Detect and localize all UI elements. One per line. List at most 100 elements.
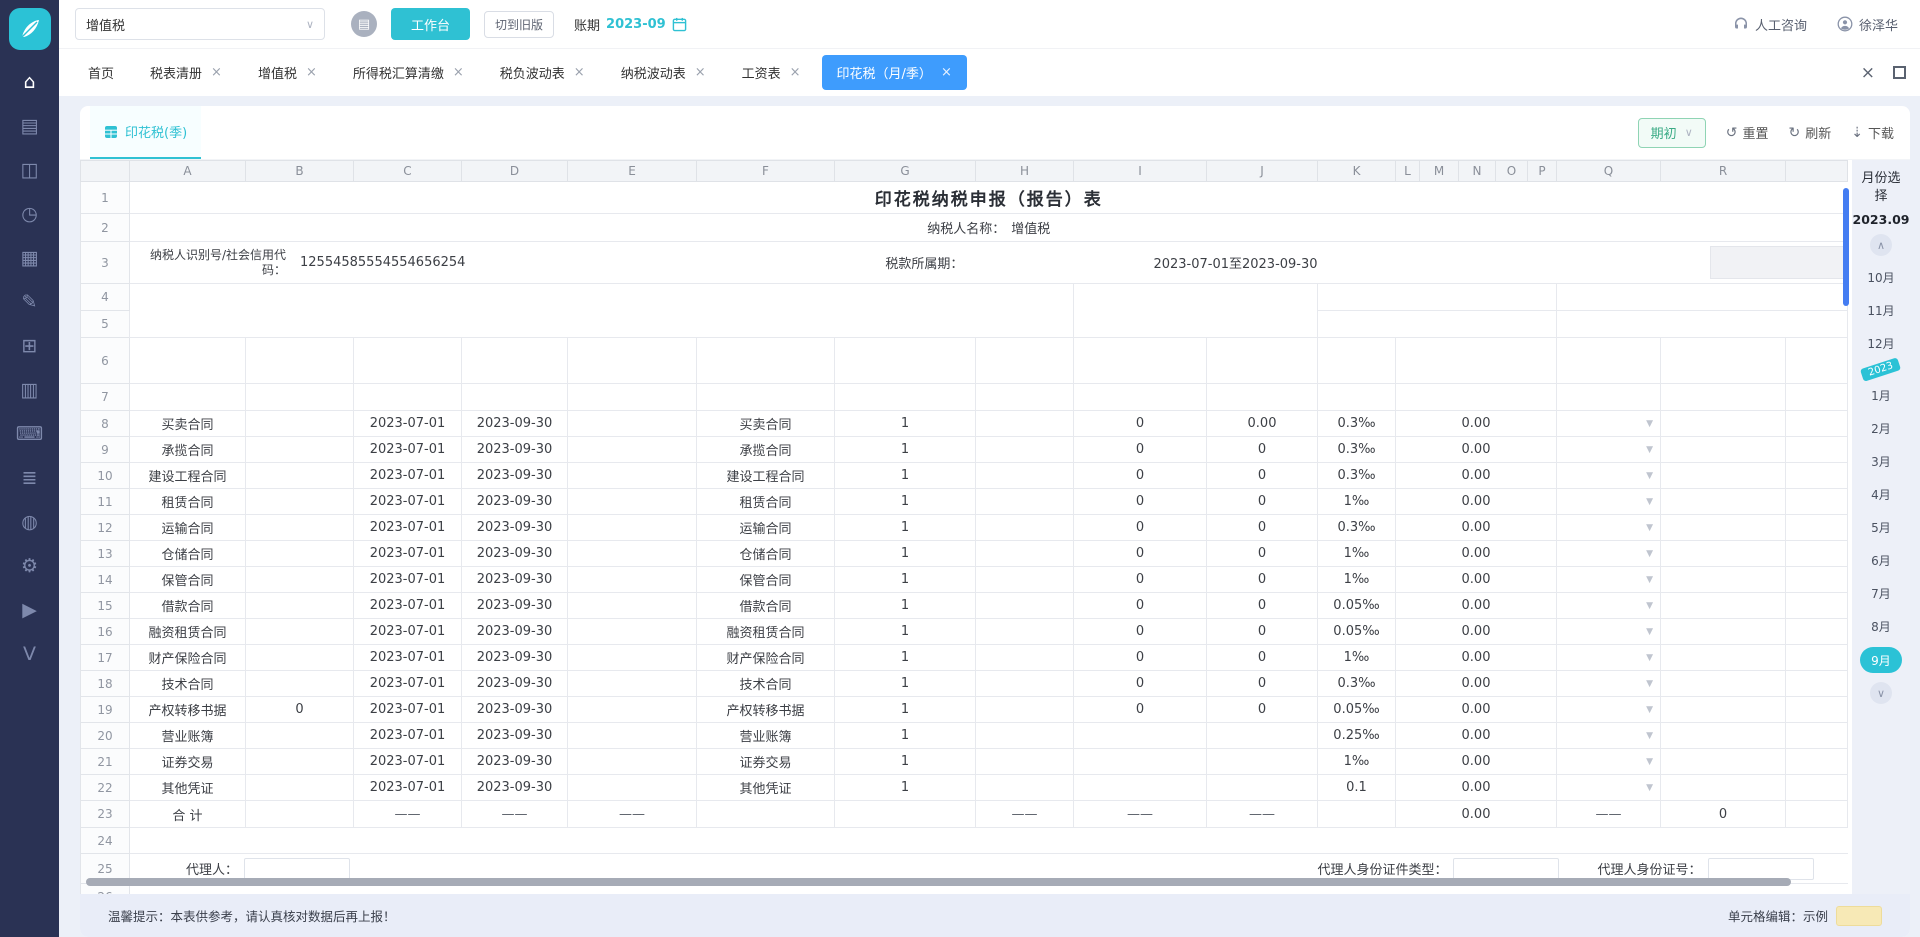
cell-relief-amount[interactable]: [1660, 748, 1786, 775]
cell-cert-no[interactable]: [567, 436, 697, 463]
period-close-icon[interactable]: ◷: [0, 192, 59, 236]
vertical-scrollbar[interactable]: [1843, 188, 1849, 306]
cell-ratio[interactable]: 0: [1206, 618, 1318, 645]
close-tab-icon[interactable]: ×: [453, 65, 464, 80]
cell-tax-base[interactable]: 0: [1073, 514, 1207, 541]
period-value[interactable]: 2023-09: [606, 17, 666, 32]
cell-sub-item[interactable]: [245, 462, 354, 489]
column-letter[interactable]: E: [567, 160, 697, 182]
cell-tax-item[interactable]: 技术合同: [129, 670, 246, 697]
cell-relief-ratio[interactable]: [1785, 722, 1848, 749]
column-letter[interactable]: P: [1527, 160, 1557, 182]
consult-link[interactable]: 人工咨询: [1733, 15, 1807, 34]
cell-relief-ratio[interactable]: [1785, 774, 1848, 801]
cell-rate[interactable]: 0.3‰: [1317, 670, 1396, 697]
close-tab-icon[interactable]: ×: [211, 65, 222, 80]
cell-relief-amount[interactable]: [1660, 696, 1786, 723]
cell-period-end[interactable]: 2023-09-30: [461, 566, 568, 593]
cell-rate[interactable]: 1‰: [1317, 488, 1396, 515]
close-all-tabs-icon[interactable]: ×: [1861, 63, 1875, 83]
relief-code-select[interactable]: ▼: [1556, 670, 1661, 697]
cell-relief-ratio[interactable]: [1785, 748, 1848, 775]
cell-relief-ratio[interactable]: [1785, 540, 1848, 567]
relief-code-select[interactable]: ▼: [1556, 592, 1661, 619]
month-item[interactable]: 10月: [1867, 261, 1894, 294]
cell-cert-date[interactable]: [975, 410, 1074, 437]
close-tab-icon[interactable]: ×: [574, 65, 585, 80]
tab-item[interactable]: 纳税波动表 ×: [606, 55, 721, 90]
cell-tax-item[interactable]: 证券交易: [129, 748, 246, 775]
month-item[interactable]: 1月: [1871, 379, 1891, 412]
cell-relief-amount[interactable]: [1660, 618, 1786, 645]
cell-period-start[interactable]: 2023-07-01: [353, 410, 462, 437]
relief-code-select[interactable]: ▼: [1556, 748, 1661, 775]
ledger-icon[interactable]: ▤: [0, 104, 59, 148]
cell-tax-item[interactable]: 买卖合同: [129, 410, 246, 437]
cell-cert-name[interactable]: 其他凭证: [696, 774, 835, 801]
voucher-icon[interactable]: ▤: [351, 11, 377, 37]
cell-tax-amount[interactable]: 0.00: [1395, 722, 1557, 749]
cell-tax-base[interactable]: 0: [1073, 488, 1207, 515]
cell-cert-date[interactable]: [975, 462, 1074, 489]
app-logo[interactable]: [8, 8, 51, 50]
cell-period-end[interactable]: 2023-09-30: [461, 670, 568, 697]
cell-rate[interactable]: 0.1: [1317, 774, 1396, 801]
cell-sub-item[interactable]: [245, 722, 354, 749]
cell-period-end[interactable]: 2023-09-30: [461, 436, 568, 463]
cell-cert-qty[interactable]: 1: [834, 514, 976, 541]
cell-ratio[interactable]: 0: [1206, 670, 1318, 697]
cell-cert-name[interactable]: 营业账簿: [696, 722, 835, 749]
row-number[interactable]: 3: [80, 241, 130, 284]
cell-tax-amount[interactable]: 0.00: [1395, 592, 1557, 619]
cell-relief-amount[interactable]: [1660, 670, 1786, 697]
month-item[interactable]: 5月: [1871, 511, 1891, 544]
cell-tax-item[interactable]: 产权转移书据: [129, 696, 246, 723]
cell-relief-ratio[interactable]: [1785, 410, 1848, 437]
cell-ratio[interactable]: 0: [1206, 592, 1318, 619]
row-number[interactable]: 5: [80, 310, 130, 338]
cell-period-start[interactable]: 2023-07-01: [353, 748, 462, 775]
cell-rate[interactable]: 0.3‰: [1317, 462, 1396, 489]
cell-cert-date[interactable]: [975, 488, 1074, 515]
cell-cert-no[interactable]: [567, 540, 697, 567]
row-number[interactable]: 11: [80, 488, 130, 515]
cell-cert-name[interactable]: 保管合同: [696, 566, 835, 593]
column-letter[interactable]: C: [353, 160, 462, 182]
cell-period-end[interactable]: 2023-09-30: [461, 748, 568, 775]
cell-ratio[interactable]: 0: [1206, 696, 1318, 723]
row-number[interactable]: 19: [80, 696, 130, 723]
row-number[interactable]: 16: [80, 618, 130, 645]
column-letter[interactable]: A: [129, 160, 246, 182]
cell-cert-date[interactable]: [975, 566, 1074, 593]
cell-relief-ratio[interactable]: [1785, 436, 1848, 463]
cell-relief-ratio[interactable]: [1785, 514, 1848, 541]
month-item[interactable]: 3月: [1871, 445, 1891, 478]
service-icon[interactable]: ◍: [0, 500, 59, 544]
cell-cert-qty[interactable]: 1: [834, 722, 976, 749]
row-number[interactable]: 20: [80, 722, 130, 749]
relief-code-select[interactable]: ▼: [1556, 566, 1661, 593]
corner-cell[interactable]: [80, 160, 130, 182]
cell-tax-item[interactable]: 融资租赁合同: [129, 618, 246, 645]
cell-tax-base[interactable]: 0: [1073, 618, 1207, 645]
cell-period-start[interactable]: 2023-07-01: [353, 514, 462, 541]
cell-tax-base[interactable]: 0: [1073, 410, 1207, 437]
cell-cert-date[interactable]: [975, 540, 1074, 567]
cell-relief-ratio[interactable]: [1785, 566, 1848, 593]
settings-icon[interactable]: ⚙: [0, 544, 59, 588]
refresh-button[interactable]: ↻ 刷新: [1789, 123, 1832, 143]
cell-tax-amount[interactable]: 0.00: [1395, 410, 1557, 437]
invoices-icon[interactable]: ▦: [0, 236, 59, 280]
relief-code-select[interactable]: ▼: [1556, 644, 1661, 671]
cell-relief-ratio[interactable]: [1785, 696, 1848, 723]
cell-tax-base[interactable]: 0: [1073, 670, 1207, 697]
column-letter[interactable]: O: [1495, 160, 1528, 182]
cell-tax-base[interactable]: 0: [1073, 462, 1207, 489]
archives-icon[interactable]: ≣: [0, 456, 59, 500]
cell-tax-base[interactable]: 0: [1073, 696, 1207, 723]
download-button[interactable]: ⇣ 下载: [1851, 123, 1894, 143]
close-tab-icon[interactable]: ×: [695, 65, 706, 80]
scroll-up-button[interactable]: ∧: [1870, 234, 1892, 257]
cell-tax-amount[interactable]: 0.00: [1395, 566, 1557, 593]
cell-rate[interactable]: 0.3‰: [1317, 514, 1396, 541]
